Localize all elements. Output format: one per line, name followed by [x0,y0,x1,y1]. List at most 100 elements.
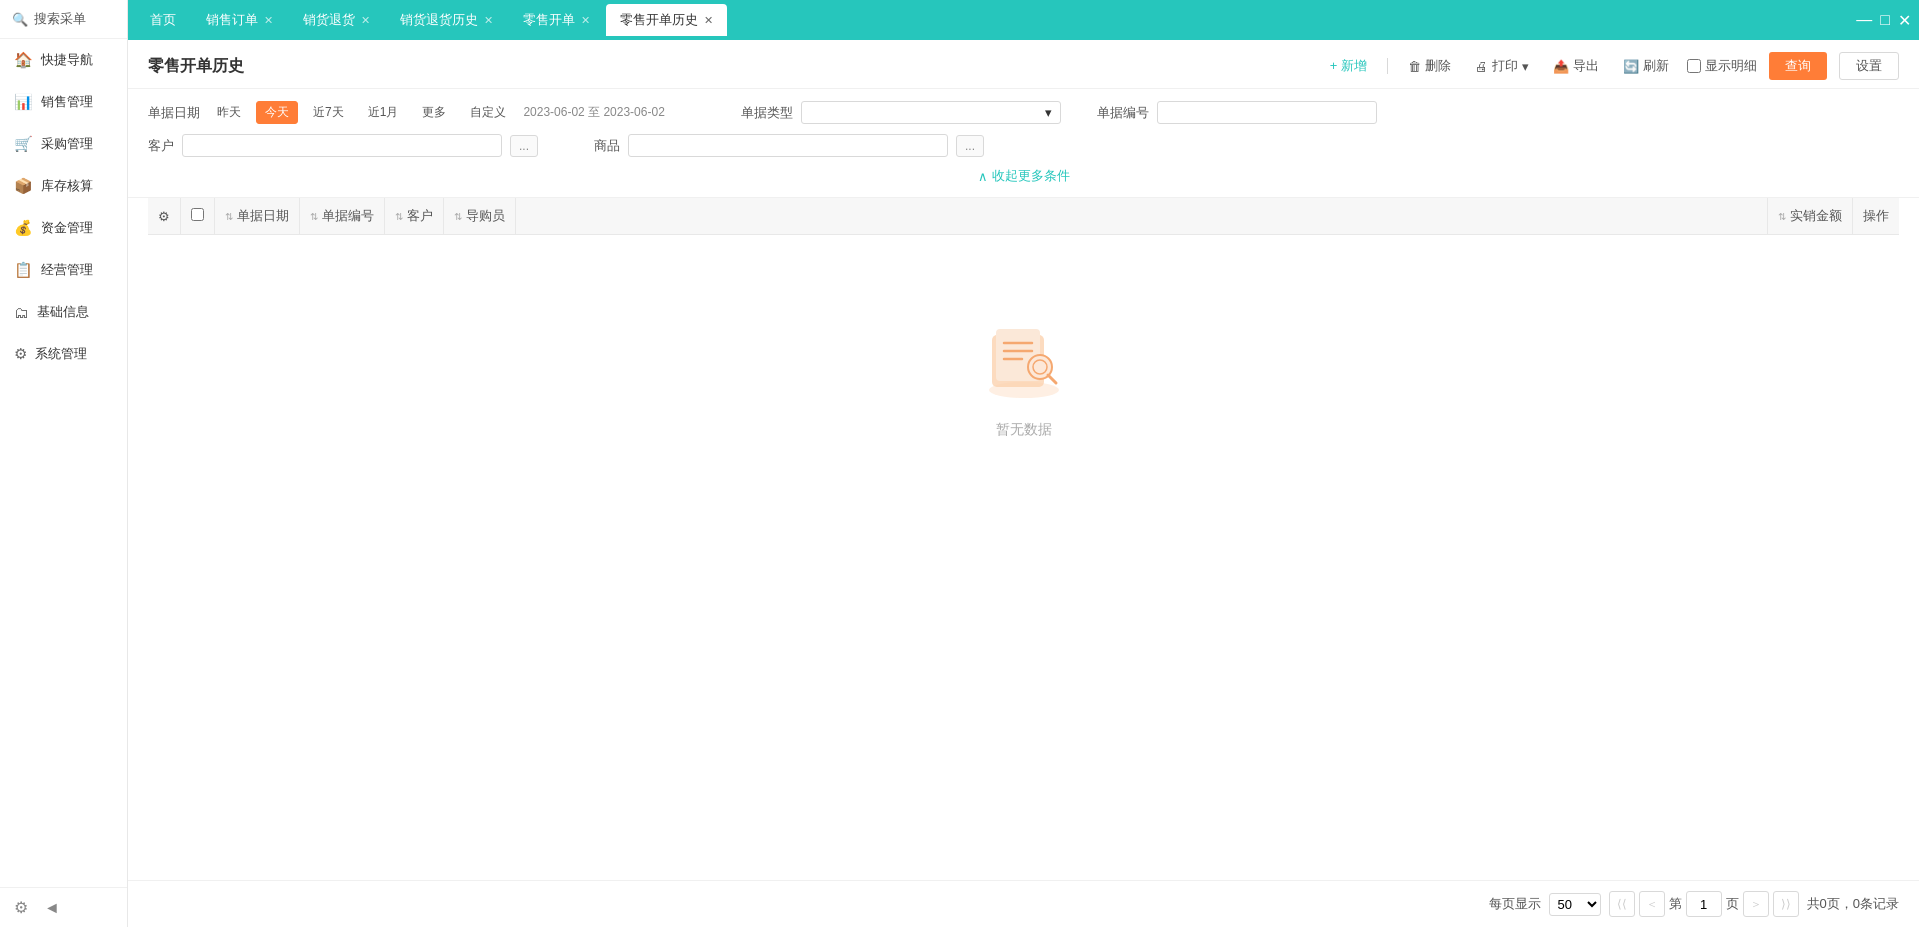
customer-browse-btn[interactable]: ... [510,135,538,157]
product-input[interactable] [628,134,948,157]
sidebar-item-base-info[interactable]: 🗂 基础信息 [0,291,127,333]
sidebar-search[interactable]: 🔍 搜索采单 [0,0,127,39]
tab-home[interactable]: 首页 [136,4,190,36]
col-settings[interactable]: ⚙ [148,198,181,235]
page-nav: ⟨⟨ ＜ 第 页 ＞ ⟩⟩ [1609,891,1799,917]
print-button[interactable]: 🖨 打印 ▾ [1469,53,1535,79]
col-actions: 操作 [1853,198,1900,235]
show-detail-label: 显示明细 [1705,57,1757,75]
doc-type-label: 单据类型 [741,104,793,122]
total-info: 共0页，0条记录 [1807,895,1899,913]
sidebar-item-finance[interactable]: 💰 资金管理 [0,207,127,249]
sidebar-item-label: 资金管理 [41,219,93,237]
sidebar-item-label: 采购管理 [41,135,93,153]
empty-text: 暂无数据 [996,421,1052,439]
content-area: 零售开单历史 + 新增 🗑 删除 🖨 打印 ▾ 📤 导出 [128,40,1919,927]
last-page-btn[interactable]: ⟩⟩ [1773,891,1799,917]
page-input[interactable] [1686,891,1722,917]
col-settings-icon[interactable]: ⚙ [158,209,170,224]
col-doc-date: ⇅ 单据日期 [215,198,300,235]
sidebar-item-label: 快捷导航 [41,51,93,69]
refresh-button[interactable]: 🔄 刷新 [1617,53,1675,79]
show-detail-checkbox[interactable]: 显示明细 [1687,57,1757,75]
filter-row-1: 单据日期 昨天 今天 近7天 近1月 更多 自定义 2023-06-02 至 2… [148,101,1899,124]
tab-sales-return[interactable]: 销货退货 ✕ [289,4,384,36]
query-button[interactable]: 查询 [1769,52,1827,80]
add-button[interactable]: + 新增 [1324,53,1373,79]
footer-settings-icon[interactable]: ⚙ [14,898,28,917]
cart-icon: 🛒 [14,135,33,153]
query-label: 查询 [1785,58,1811,73]
prev-page-btn[interactable]: ＜ [1639,891,1665,917]
show-detail-input[interactable] [1687,59,1701,73]
tab-sales-order[interactable]: 销售订单 ✕ [192,4,287,36]
chevron-down-icon: ▾ [1045,105,1052,120]
col-doc-no-label: 单据编号 [322,207,374,225]
sort-icon[interactable]: ⇅ [395,211,403,222]
settings-label: 设置 [1856,58,1882,73]
per-page-select[interactable]: 50 10 20 100 [1549,893,1601,916]
collapse-bar[interactable]: ∧ 收起更多条件 [148,167,1899,185]
sort-icon[interactable]: ⇅ [454,211,462,222]
sidebar-item-quick-nav[interactable]: 🏠 快捷导航 [0,39,127,81]
close-icon[interactable]: ✕ [704,14,713,27]
maximize-icon[interactable]: □ [1880,11,1890,29]
col-doc-no-inner: ⇅ 单据编号 [310,207,374,225]
product-browse-btn[interactable]: ... [956,135,984,157]
sidebar: 🔍 搜索采单 🏠 快捷导航 📊 销售管理 🛒 采购管理 📦 库存核算 💰 资金管… [0,0,128,927]
date-btn-1month[interactable]: 近1月 [359,101,408,124]
sidebar-item-sales-mgmt[interactable]: 📊 销售管理 [0,81,127,123]
footer-collapse-icon[interactable]: ◄ [44,899,60,917]
sidebar-item-label: 基础信息 [37,303,89,321]
delete-label: 删除 [1425,57,1451,75]
print-icon: 🖨 [1475,59,1488,74]
close-icon[interactable]: ✕ [361,14,370,27]
doc-no-input[interactable] [1157,101,1377,124]
collapse-label: 收起更多条件 [992,167,1070,185]
date-btn-custom[interactable]: 自定义 [461,101,515,124]
close-icon[interactable]: ✕ [581,14,590,27]
settings-button[interactable]: 设置 [1839,52,1899,80]
export-button[interactable]: 📤 导出 [1547,53,1605,79]
close-icon[interactable]: ✕ [264,14,273,27]
refresh-label: 刷新 [1643,57,1669,75]
page-title: 零售开单历史 [148,56,244,77]
window-controls: — □ ✕ [1856,11,1911,30]
minimize-icon[interactable]: — [1856,11,1872,29]
refresh-icon: 🔄 [1623,59,1639,74]
col-customer-inner: ⇅ 客户 [395,207,433,225]
sort-icon[interactable]: ⇅ [225,211,233,222]
date-btn-today[interactable]: 今天 [256,101,298,124]
tab-sales-return-history[interactable]: 销货退货历史 ✕ [386,4,507,36]
sidebar-item-operations[interactable]: 📋 经营管理 [0,249,127,291]
doc-type-select[interactable]: ▾ [801,101,1061,124]
sort-icon[interactable]: ⇅ [310,211,318,222]
tab-retail-open-history-label: 零售开单历史 [620,11,698,29]
clipboard-icon: 📋 [14,261,33,279]
tab-retail-open-history[interactable]: 零售开单历史 ✕ [606,4,727,36]
sidebar-item-label: 库存核算 [41,177,93,195]
empty-icon [974,315,1074,405]
first-page-btn[interactable]: ⟨⟨ [1609,891,1635,917]
customer-input[interactable] [182,134,502,157]
sidebar-item-inventory[interactable]: 📦 库存核算 [0,165,127,207]
close-icon[interactable]: ✕ [484,14,493,27]
home-icon: 🏠 [14,51,33,69]
select-all-checkbox[interactable] [191,208,204,221]
search-icon: 🔍 [12,12,28,27]
product-label: 商品 [594,137,620,155]
date-btn-7days[interactable]: 近7天 [304,101,353,124]
date-btn-more[interactable]: 更多 [413,101,455,124]
col-checkbox[interactable] [181,198,215,235]
next-page-btn[interactable]: ＞ [1743,891,1769,917]
date-btn-yesterday[interactable]: 昨天 [208,101,250,124]
page-label-before: 第 [1669,895,1682,913]
delete-button[interactable]: 🗑 删除 [1402,53,1457,79]
sidebar-item-purchase-mgmt[interactable]: 🛒 采购管理 [0,123,127,165]
tab-retail-open[interactable]: 零售开单 ✕ [509,4,604,36]
sidebar-item-label: 系统管理 [35,345,87,363]
filter-row-2: 客户 ... 商品 ... [148,134,1899,157]
sidebar-item-sys-mgmt[interactable]: ⚙ 系统管理 [0,333,127,375]
sort-icon[interactable]: ⇅ [1778,211,1786,222]
window-close-icon[interactable]: ✕ [1898,11,1911,30]
